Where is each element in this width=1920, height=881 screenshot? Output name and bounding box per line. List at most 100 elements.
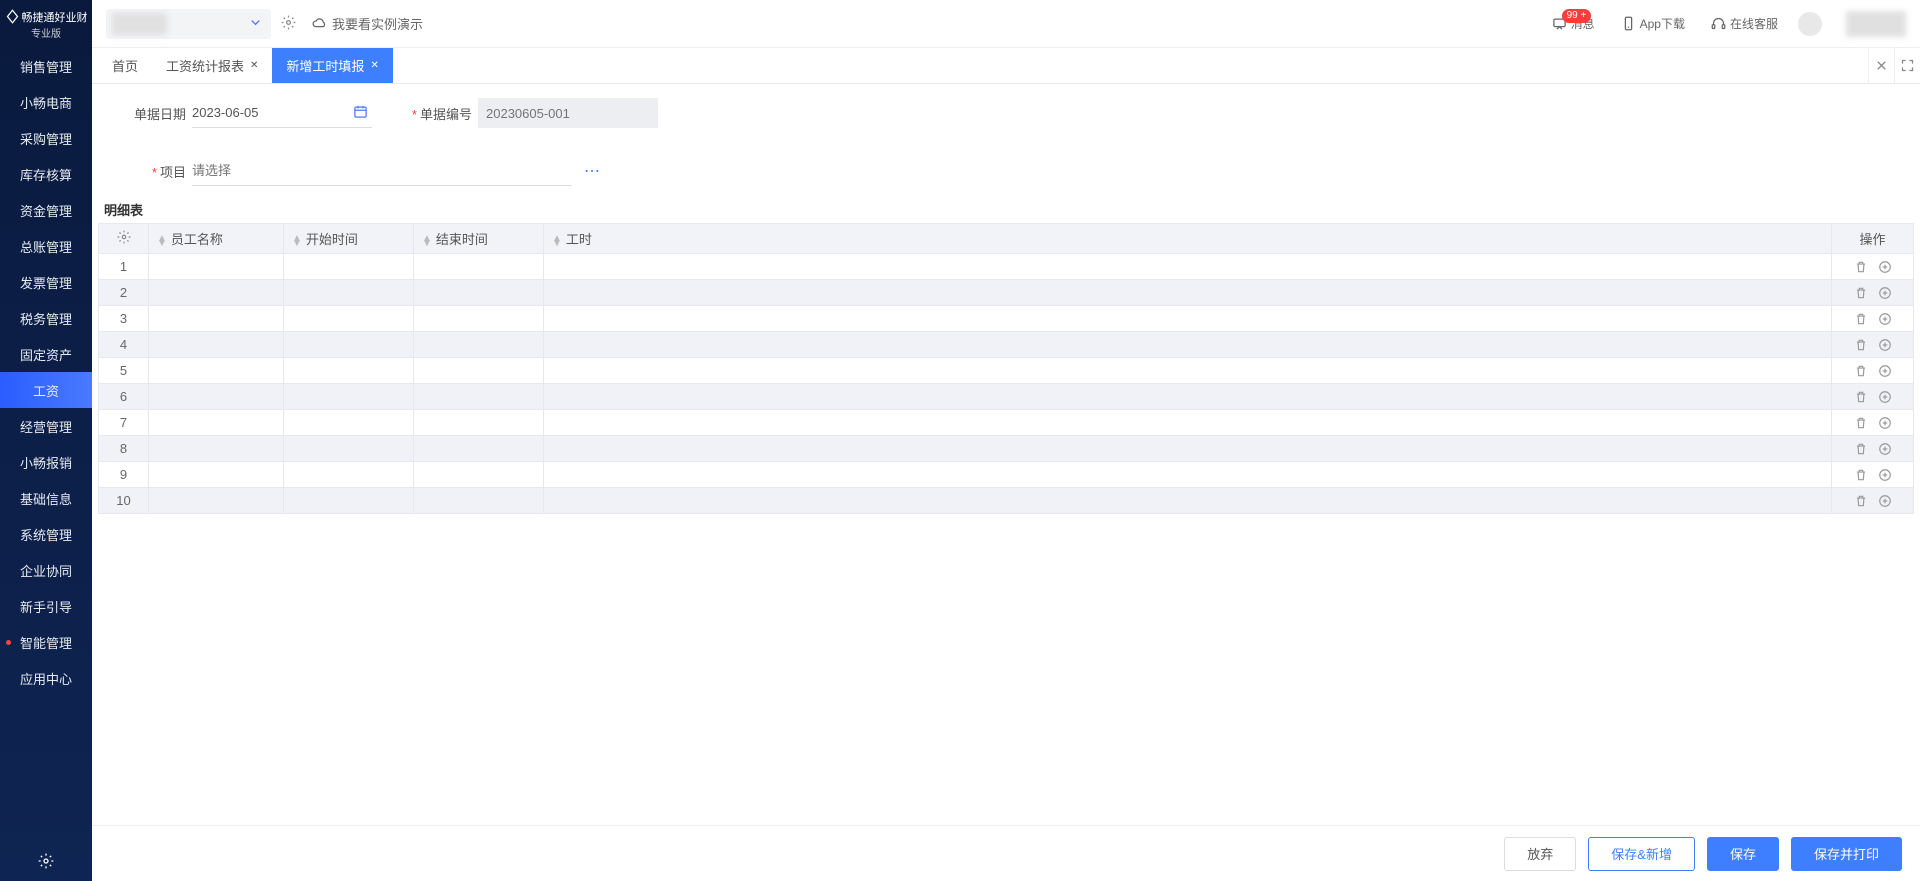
demo-link[interactable]: 我要看实例演示: [312, 14, 423, 33]
cell[interactable]: [544, 358, 1832, 384]
tab-0[interactable]: 首页: [98, 48, 152, 83]
cell[interactable]: [414, 254, 544, 280]
add-row-icon[interactable]: [1878, 468, 1892, 482]
cell[interactable]: [414, 436, 544, 462]
cell[interactable]: [149, 306, 284, 332]
sidebar-item-4[interactable]: 资金管理: [0, 192, 92, 228]
table-row[interactable]: 5: [99, 358, 1914, 384]
cell[interactable]: [284, 410, 414, 436]
app-download-button[interactable]: App下载: [1621, 15, 1685, 32]
close-icon[interactable]: ✕: [250, 60, 258, 71]
delete-icon[interactable]: [1854, 364, 1868, 378]
cell[interactable]: [544, 254, 1832, 280]
cell[interactable]: [544, 384, 1832, 410]
bill-date-input[interactable]: [192, 98, 372, 128]
cell[interactable]: [284, 332, 414, 358]
cell[interactable]: [149, 410, 284, 436]
table-row[interactable]: 8: [99, 436, 1914, 462]
add-row-icon[interactable]: [1878, 390, 1892, 404]
cell[interactable]: [284, 384, 414, 410]
cell[interactable]: [414, 410, 544, 436]
delete-icon[interactable]: [1854, 260, 1868, 274]
table-row[interactable]: 10: [99, 488, 1914, 514]
row-settings-header[interactable]: [99, 224, 149, 254]
sidebar-item-10[interactable]: 经营管理: [0, 408, 92, 444]
sidebar-item-12[interactable]: 基础信息: [0, 480, 92, 516]
table-row[interactable]: 1: [99, 254, 1914, 280]
cell[interactable]: [414, 384, 544, 410]
cell[interactable]: [149, 436, 284, 462]
delete-icon[interactable]: [1854, 416, 1868, 430]
avatar[interactable]: [1798, 12, 1822, 36]
sidebar-item-14[interactable]: 企业协同: [0, 552, 92, 588]
sidebar-item-3[interactable]: 库存核算: [0, 156, 92, 192]
cell[interactable]: [544, 410, 1832, 436]
cell[interactable]: [544, 306, 1832, 332]
header-employee[interactable]: ▲▼员工名称: [149, 224, 284, 254]
cell[interactable]: [414, 462, 544, 488]
sidebar-item-15[interactable]: 新手引导: [0, 588, 92, 624]
tab-2[interactable]: 新增工时填报✕: [272, 48, 392, 83]
cell[interactable]: [544, 436, 1832, 462]
cell[interactable]: [149, 280, 284, 306]
sidebar-item-16[interactable]: 智能管理: [0, 624, 92, 660]
table-row[interactable]: 4: [99, 332, 1914, 358]
online-service-button[interactable]: 在线客服: [1711, 15, 1778, 32]
save-button[interactable]: 保存: [1707, 837, 1779, 871]
sidebar-item-2[interactable]: 采购管理: [0, 120, 92, 156]
org-selector[interactable]: [106, 9, 271, 39]
cell[interactable]: [149, 488, 284, 514]
table-row[interactable]: 7: [99, 410, 1914, 436]
cell[interactable]: [544, 488, 1832, 514]
table-row[interactable]: 6: [99, 384, 1914, 410]
cell[interactable]: [544, 280, 1832, 306]
add-row-icon[interactable]: [1878, 260, 1892, 274]
cell[interactable]: [284, 254, 414, 280]
table-row[interactable]: 2: [99, 280, 1914, 306]
delete-icon[interactable]: [1854, 390, 1868, 404]
calendar-icon[interactable]: [353, 104, 368, 122]
cell[interactable]: [149, 254, 284, 280]
sidebar-item-7[interactable]: 税务管理: [0, 300, 92, 336]
cell[interactable]: [149, 358, 284, 384]
table-row[interactable]: 9: [99, 462, 1914, 488]
header-end[interactable]: ▲▼结束时间: [414, 224, 544, 254]
save-new-button[interactable]: 保存&新增: [1588, 837, 1695, 871]
cell[interactable]: [544, 332, 1832, 358]
cell[interactable]: [284, 306, 414, 332]
cell[interactable]: [149, 384, 284, 410]
cell[interactable]: [414, 306, 544, 332]
header-hours[interactable]: ▲▼工时: [544, 224, 1832, 254]
project-select[interactable]: [192, 156, 572, 186]
settings-icon[interactable]: [38, 853, 54, 869]
sidebar-item-13[interactable]: 系统管理: [0, 516, 92, 552]
cell[interactable]: [414, 488, 544, 514]
gear-icon[interactable]: [281, 15, 296, 33]
delete-icon[interactable]: [1854, 286, 1868, 300]
sidebar-item-5[interactable]: 总账管理: [0, 228, 92, 264]
cell[interactable]: [149, 332, 284, 358]
sidebar-item-0[interactable]: 销售管理: [0, 48, 92, 84]
header-start[interactable]: ▲▼开始时间: [284, 224, 414, 254]
cell[interactable]: [284, 488, 414, 514]
sidebar-item-6[interactable]: 发票管理: [0, 264, 92, 300]
cell[interactable]: [284, 358, 414, 384]
add-row-icon[interactable]: [1878, 416, 1892, 430]
delete-icon[interactable]: [1854, 338, 1868, 352]
delete-icon[interactable]: [1854, 442, 1868, 456]
sidebar-item-9[interactable]: 工资: [0, 372, 92, 408]
delete-icon[interactable]: [1854, 494, 1868, 508]
more-icon[interactable]: ⋯: [584, 161, 600, 181]
add-row-icon[interactable]: [1878, 442, 1892, 456]
close-icon[interactable]: ✕: [370, 60, 378, 71]
cell[interactable]: [149, 462, 284, 488]
cell[interactable]: [414, 358, 544, 384]
delete-icon[interactable]: [1854, 468, 1868, 482]
add-row-icon[interactable]: [1878, 338, 1892, 352]
delete-icon[interactable]: [1854, 312, 1868, 326]
cell[interactable]: [284, 280, 414, 306]
sidebar-item-8[interactable]: 固定资产: [0, 336, 92, 372]
tab-1[interactable]: 工资统计报表✕: [152, 48, 272, 83]
close-all-tabs-button[interactable]: [1868, 48, 1894, 83]
cell[interactable]: [414, 332, 544, 358]
